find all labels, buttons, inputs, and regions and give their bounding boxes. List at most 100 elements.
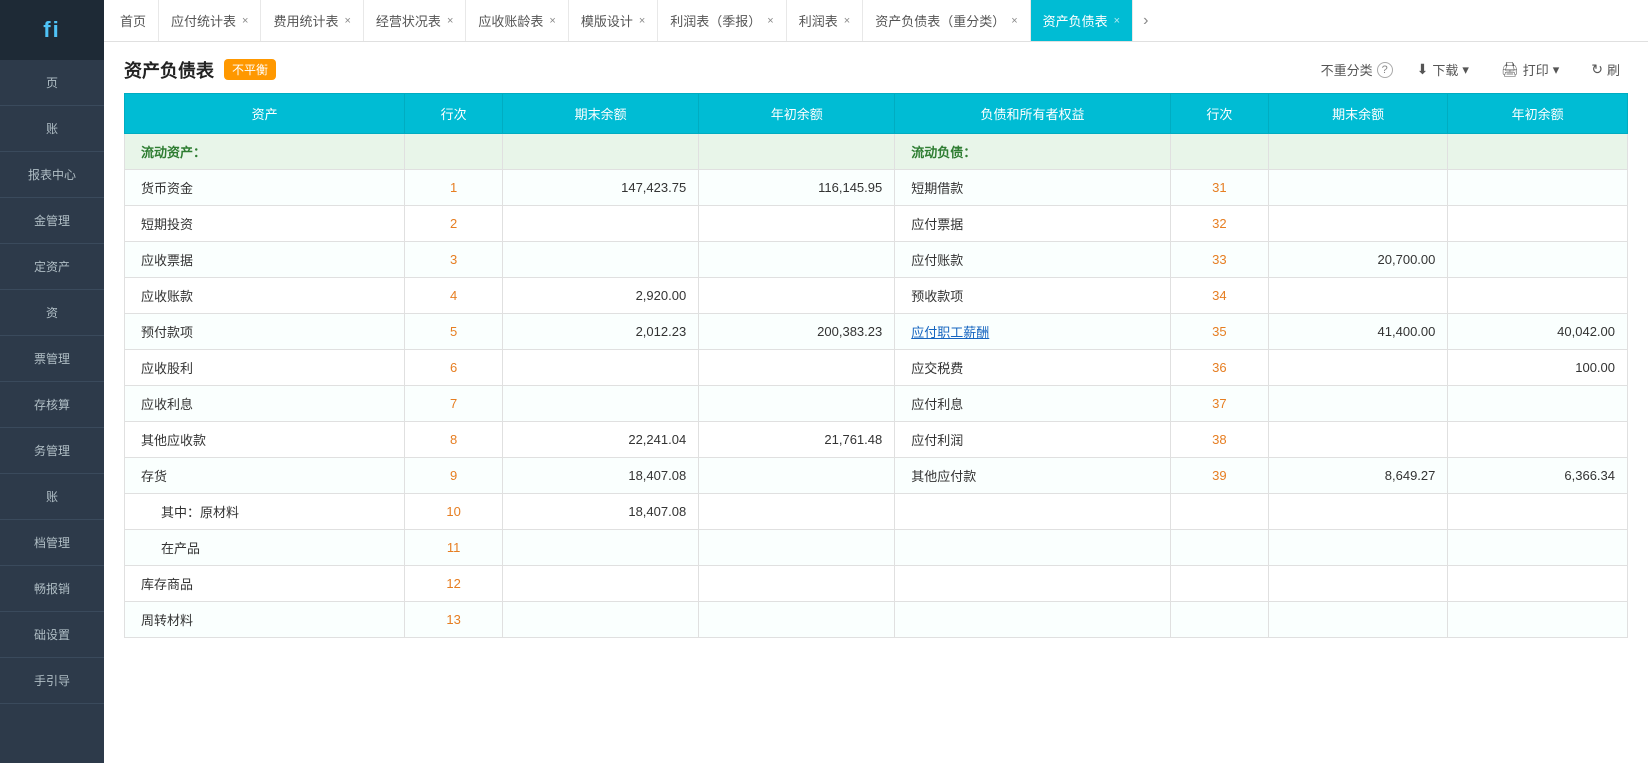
left-end-balance: 147,423.75	[503, 170, 699, 206]
right-row-num: 32	[1170, 206, 1268, 242]
help-icon[interactable]: ?	[1377, 62, 1393, 78]
page-area: 资产负债表 不平衡 不重分类 ? ⬇ 下载 ▾ 🖨 打印 ▾	[104, 42, 1648, 763]
refresh-button[interactable]: ↻ 刷	[1583, 56, 1628, 83]
right-item: 短期借款	[895, 170, 1171, 206]
sidebar-item-settings[interactable]: 础设置	[0, 612, 104, 658]
table-row: 其中：原材料 10 18,407.08	[125, 494, 1628, 530]
close-icon[interactable]: ×	[549, 15, 555, 27]
sidebar-item-expense[interactable]: 畅报销	[0, 566, 104, 612]
sidebar-item-finance[interactable]: 金管理	[0, 198, 104, 244]
left-item: 货币资金	[125, 170, 405, 206]
left-item: 其中：原材料	[125, 494, 405, 530]
refresh-icon: ↻	[1591, 61, 1603, 78]
download-icon: ⬇	[1417, 61, 1429, 78]
close-icon[interactable]: ×	[447, 15, 453, 27]
table-row: 预付款项 5 2,012.23 200,383.23 应付职工薪酬 35 41,…	[125, 314, 1628, 350]
right-end-balance	[1268, 170, 1448, 206]
table-row: 货币资金 1 147,423.75 116,145.95 短期借款 31	[125, 170, 1628, 206]
sidebar-item-inventory[interactable]: 存核算	[0, 382, 104, 428]
table-row: 存货 9 18,407.08 其他应付款 39 8,649.27 6,366.3…	[125, 458, 1628, 494]
left-item: 周转材料	[125, 602, 405, 638]
left-row-num: 2	[405, 206, 503, 242]
close-icon[interactable]: ×	[639, 15, 645, 27]
left-item: 其他应收款	[125, 422, 405, 458]
tab-profit-quarterly[interactable]: 利润表（季报） ×	[658, 0, 786, 42]
table-row: 应收利息 7 应付利息 37	[125, 386, 1628, 422]
close-icon[interactable]: ×	[344, 15, 350, 27]
print-chevron: ▾	[1553, 62, 1560, 78]
table-row: 应收票据 3 应付账款 33 20,700.00	[125, 242, 1628, 278]
section-left-label: 流动资产：	[125, 134, 405, 170]
tab-home[interactable]: 首页	[108, 0, 159, 42]
left-item: 应收利息	[125, 386, 405, 422]
close-icon[interactable]: ×	[844, 15, 850, 27]
page-header: 资产负债表 不平衡 不重分类 ? ⬇ 下载 ▾ 🖨 打印 ▾	[104, 42, 1648, 93]
right-item: 应付职工薪酬	[895, 314, 1171, 350]
tab-operation[interactable]: 经营状况表 ×	[364, 0, 466, 42]
main-content: 首页 应付统计表 × 费用统计表 × 经营状况表 × 应收账龄表 × 模版设计 …	[104, 0, 1648, 763]
left-item: 应收票据	[125, 242, 405, 278]
sidebar: fi 页 账 报表中心 金管理 定资产 资 票管理 存核算 务管理 账 档管理 …	[0, 0, 104, 763]
download-button[interactable]: ⬇ 下载 ▾	[1409, 56, 1477, 83]
page-title-group: 资产负债表 不平衡	[124, 57, 276, 83]
sidebar-item-reports[interactable]: 报表中心	[0, 152, 104, 198]
table-container: 资产 行次 期末余额 年初余额 负债和所有者权益 行次 期末余额 年初余额 流动…	[104, 93, 1648, 658]
sidebar-item-ledger[interactable]: 账	[0, 474, 104, 520]
left-item: 库存商品	[125, 566, 405, 602]
sidebar-item-capital[interactable]: 资	[0, 290, 104, 336]
tab-expense-stats[interactable]: 费用统计表 ×	[261, 0, 363, 42]
close-icon[interactable]: ×	[1114, 15, 1120, 27]
tab-balance[interactable]: 资产负债表 ×	[1031, 0, 1133, 42]
table-row: 周转材料 13	[125, 602, 1628, 638]
table-row: 应收账款 4 2,920.00 预收款项 34	[125, 278, 1628, 314]
right-row-num: 31	[1170, 170, 1268, 206]
sidebar-item-tax[interactable]: 务管理	[0, 428, 104, 474]
tab-template-design[interactable]: 模版设计 ×	[569, 0, 658, 42]
table-row: 应收股利 6 应交税费 36 100.00	[125, 350, 1628, 386]
section-row-current: 流动资产： 流动负债：	[125, 134, 1628, 170]
col-start-balance-left: 年初余额	[699, 94, 895, 134]
page-title: 资产负债表	[124, 57, 214, 83]
tab-receivable-aging[interactable]: 应收账龄表 ×	[466, 0, 568, 42]
page-actions: 不重分类 ? ⬇ 下载 ▾ 🖨 打印 ▾ ↻ 刷	[1321, 56, 1628, 83]
col-end-balance-left: 期末余额	[503, 94, 699, 134]
sidebar-item-guide[interactable]: 手引导	[0, 658, 104, 704]
right-item: 应付利润	[895, 422, 1171, 458]
not-categorized-section: 不重分类 ?	[1321, 60, 1393, 79]
sidebar-logo: fi	[0, 0, 104, 60]
left-item: 预付款项	[125, 314, 405, 350]
sidebar-item-home[interactable]: 页	[0, 60, 104, 106]
col-liabilities: 负债和所有者权益	[895, 94, 1171, 134]
payroll-link[interactable]: 应付职工薪酬	[911, 325, 989, 340]
left-row-num: 1	[405, 170, 503, 206]
sidebar-item-docs[interactable]: 档管理	[0, 520, 104, 566]
left-item: 应收账款	[125, 278, 405, 314]
close-icon[interactable]: ×	[242, 15, 248, 27]
tab-profit[interactable]: 利润表 ×	[787, 0, 863, 42]
left-start-balance: 116,145.95	[699, 170, 895, 206]
right-item: 应付票据	[895, 206, 1171, 242]
right-item: 应付账款	[895, 242, 1171, 278]
left-item: 短期投资	[125, 206, 405, 242]
download-chevron: ▾	[1462, 62, 1469, 78]
unbalanced-badge: 不平衡	[224, 59, 276, 80]
sidebar-item-invoice[interactable]: 票管理	[0, 336, 104, 382]
close-icon[interactable]: ×	[767, 15, 773, 27]
right-item: 应付利息	[895, 386, 1171, 422]
right-item: 预收款项	[895, 278, 1171, 314]
right-start-balance	[1448, 170, 1628, 206]
right-item: 应交税费	[895, 350, 1171, 386]
download-label: 下载	[1432, 60, 1458, 79]
close-icon[interactable]: ×	[1011, 15, 1017, 27]
sidebar-item-assets[interactable]: 定资产	[0, 244, 104, 290]
print-label: 打印	[1523, 60, 1549, 79]
print-button[interactable]: 🖨 打印 ▾	[1493, 56, 1567, 83]
sidebar-item-account[interactable]: 账	[0, 106, 104, 152]
left-item: 应收股利	[125, 350, 405, 386]
section-right-label: 流动负债：	[895, 134, 1171, 170]
tab-balance-reclassified[interactable]: 资产负债表（重分类） ×	[863, 0, 1030, 42]
col-row-num-right: 行次	[1170, 94, 1268, 134]
print-icon: 🖨	[1501, 61, 1519, 78]
tab-scroll-right[interactable]: ›	[1133, 12, 1158, 30]
tab-payable-stats[interactable]: 应付统计表 ×	[159, 0, 261, 42]
